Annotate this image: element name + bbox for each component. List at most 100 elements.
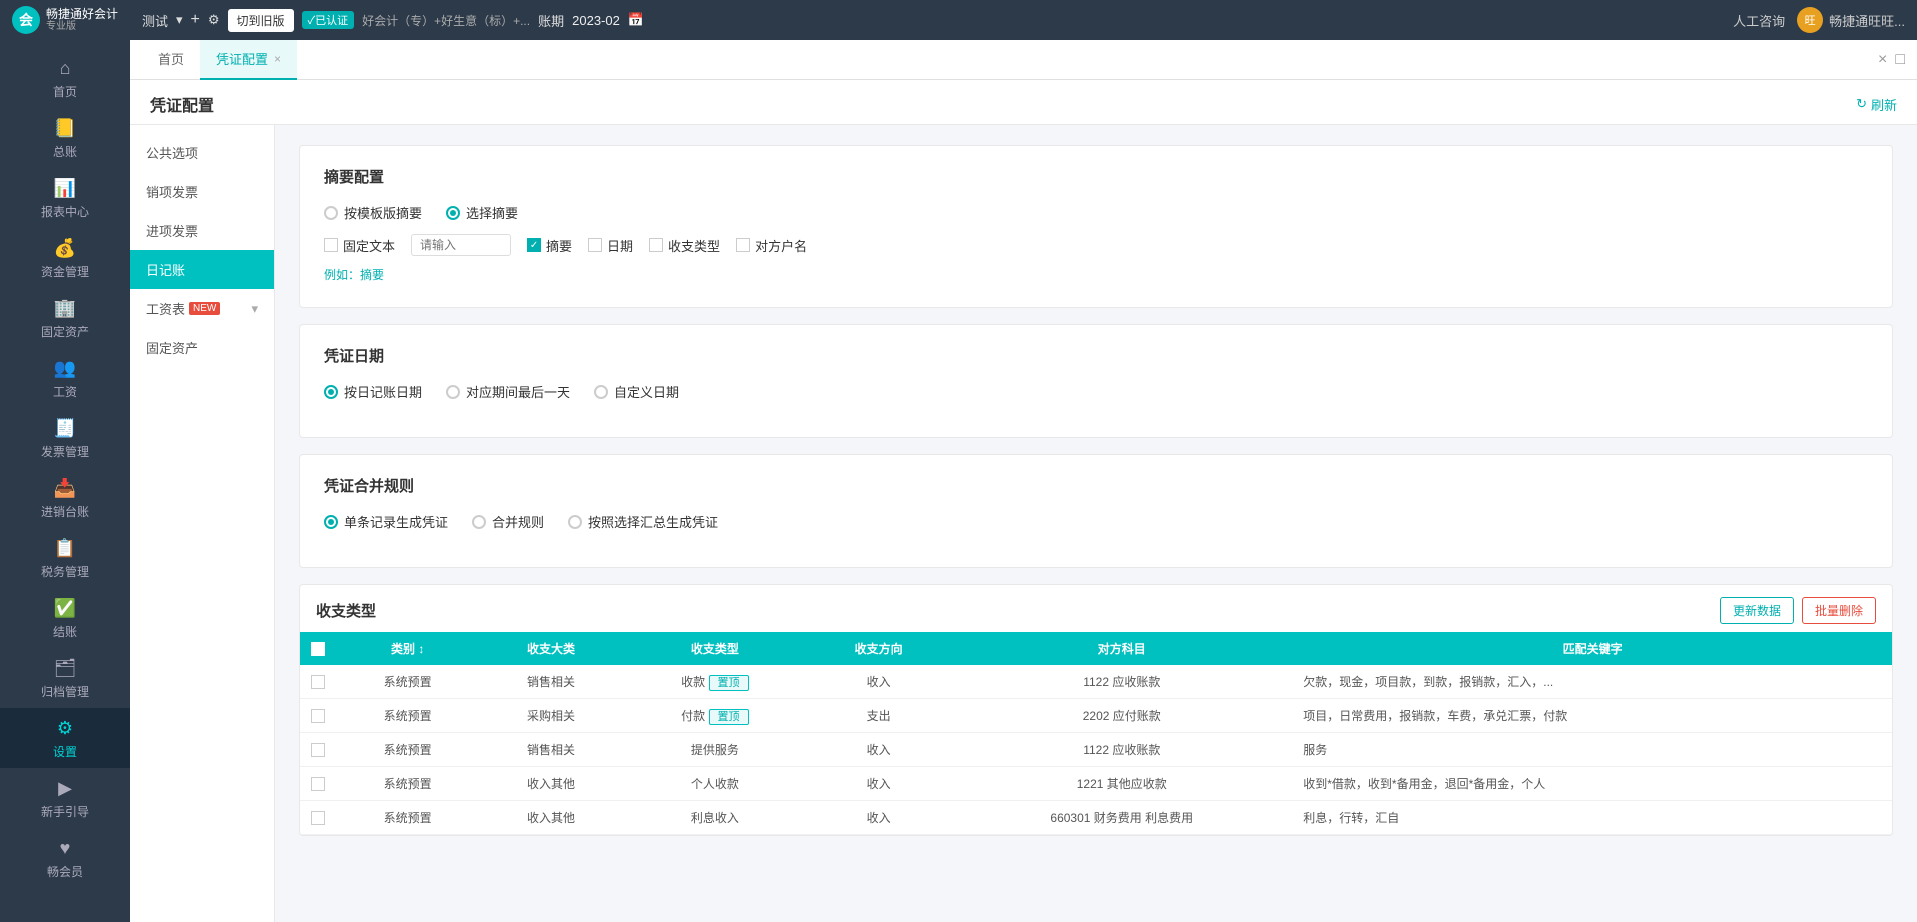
- radio-select[interactable]: 选择摘要: [446, 203, 518, 222]
- cell-category: 系统预置: [336, 767, 479, 801]
- row-checkbox-1[interactable]: [311, 709, 325, 723]
- topbar-plus[interactable]: +: [191, 11, 200, 29]
- radio-period-last-circle: [446, 385, 460, 399]
- tab-close-icon[interactable]: ×: [274, 52, 281, 66]
- sidebar-item-invoice[interactable]: 🧾 发票管理: [0, 408, 130, 468]
- row-checkbox-2[interactable]: [311, 743, 325, 757]
- top-tag[interactable]: 置顶: [709, 709, 749, 725]
- delete-btn[interactable]: 批量删除: [1802, 597, 1876, 624]
- check-fixed-text[interactable]: 固定文本: [324, 236, 395, 255]
- cell-income-type: 利息收入: [623, 801, 807, 835]
- row-checkbox-0[interactable]: [311, 675, 325, 689]
- cell-subject: 1122 应收账款: [950, 665, 1293, 699]
- col-check[interactable]: [300, 632, 336, 665]
- table-header-bar: 收支类型 更新数据 批量删除: [300, 585, 1892, 632]
- radio-single[interactable]: 单条记录生成凭证: [324, 512, 448, 531]
- table-row: 系统预置收入其他利息收入收入660301 财务费用 利息费用利息，行转，汇自: [300, 801, 1892, 835]
- nav-item-salary-table[interactable]: 工资表 NEW ▾: [130, 289, 274, 328]
- window-maximize-icon[interactable]: □: [1895, 51, 1905, 69]
- user-info[interactable]: 旺 畅捷通旺旺...: [1797, 7, 1905, 33]
- check-date[interactable]: 日期: [588, 236, 633, 255]
- sidebar-item-member[interactable]: ♥ 畅会员: [0, 828, 130, 888]
- income-type-section: 收支类型 更新数据 批量删除: [299, 584, 1893, 836]
- sidebar-item-report[interactable]: 📊 报表中心: [0, 168, 130, 228]
- cell-big-category: 收入其他: [479, 767, 622, 801]
- check-summary[interactable]: ✓ 摘要: [527, 236, 572, 255]
- radio-period-last[interactable]: 对应期间最后一天: [446, 382, 570, 401]
- radio-merge-circle: [472, 515, 486, 529]
- invoice-icon: 🧾: [54, 418, 76, 439]
- nav-item-public[interactable]: 公共选项: [130, 133, 274, 172]
- cell-big-category: 采购相关: [479, 699, 622, 733]
- col-category: 类别 ↕: [336, 632, 479, 665]
- topbar-settings-icon[interactable]: ⚙: [208, 12, 220, 28]
- cell-direction: 支出: [807, 699, 950, 733]
- col-keywords: 匹配关键字: [1293, 632, 1892, 665]
- radio-summary-gen[interactable]: 按照选择汇总生成凭证: [568, 512, 718, 531]
- sidebar-label-member: 畅会员: [47, 863, 83, 880]
- sidebar-item-settings[interactable]: ⚙ 设置: [0, 708, 130, 768]
- sidebar-label-report: 报表中心: [41, 203, 89, 220]
- page-header: 凭证配置 ↻ 刷新: [130, 80, 1917, 125]
- logo-icon: 会: [12, 6, 40, 34]
- checkbox-counterpart: [736, 238, 750, 252]
- company-name: 测试: [142, 11, 168, 30]
- window-close-icon[interactable]: ×: [1878, 51, 1887, 69]
- date-section: 凭证日期 按日记账日期 对应期间最后一天: [299, 324, 1893, 438]
- select-all-checkbox[interactable]: [311, 642, 325, 656]
- sidebar-item-archive[interactable]: 🗂 归档管理: [0, 648, 130, 708]
- nav-item-purchase-invoice[interactable]: 进项发票: [130, 211, 274, 250]
- checkbox-row: 固定文本 ✓ 摘要 日期: [324, 234, 1868, 256]
- top-tag[interactable]: 置顶: [709, 675, 749, 691]
- radio-custom-date[interactable]: 自定义日期: [594, 382, 679, 401]
- cell-category: 系统预置: [336, 733, 479, 767]
- check-income-type[interactable]: 收支类型: [649, 236, 720, 255]
- radio-journal-date[interactable]: 按日记账日期: [324, 382, 422, 401]
- member-icon: ♥: [60, 838, 71, 859]
- cell-keywords: 服务: [1293, 733, 1892, 767]
- cell-category: 系统预置: [336, 665, 479, 699]
- refresh-btn[interactable]: ↻ 刷新: [1856, 95, 1897, 114]
- topbar-right: 人工咨询 旺 畅捷通旺旺...: [1733, 7, 1905, 33]
- fund-icon: 💰: [54, 238, 76, 259]
- nav-item-sales-invoice[interactable]: 销项发票: [130, 172, 274, 211]
- sidebar-label-purchase: 进销台账: [41, 503, 89, 520]
- calendar-icon[interactable]: 📅: [628, 12, 644, 28]
- sidebar-item-fixed-asset[interactable]: 🏢 固定资产: [0, 288, 130, 348]
- sidebar-item-tax[interactable]: 📋 税务管理: [0, 528, 130, 588]
- radio-merge[interactable]: 合并规则: [472, 512, 544, 531]
- main-panel: 摘要配置 按模板版摘要 选择摘要: [275, 125, 1917, 922]
- update-btn[interactable]: 更新数据: [1720, 597, 1794, 624]
- cell-big-category: 销售相关: [479, 665, 622, 699]
- summary-title: 摘要配置: [324, 166, 1868, 187]
- nav-item-journal[interactable]: 日记账: [130, 250, 274, 289]
- radio-single-circle: [324, 515, 338, 529]
- table-row: 系统预置收入其他个人收款收入1221 其他应收款收到*借款，收到*备用金，退回*…: [300, 767, 1892, 801]
- tab-home[interactable]: 首页: [142, 40, 200, 80]
- sidebar-item-purchase[interactable]: 📥 进销台账: [0, 468, 130, 528]
- row-checkbox-4[interactable]: [311, 811, 325, 825]
- sidebar-label-archive: 归档管理: [41, 683, 89, 700]
- fixed-text-input[interactable]: [411, 234, 511, 256]
- nav-item-fixed-assets[interactable]: 固定资产: [130, 328, 274, 367]
- sidebar-label-settle: 结账: [53, 623, 77, 640]
- consult-label[interactable]: 人工咨询: [1733, 11, 1785, 30]
- tax-icon: 📋: [54, 538, 76, 559]
- cell-direction: 收入: [807, 767, 950, 801]
- sidebar-item-ledger[interactable]: 📒 总账: [0, 108, 130, 168]
- sidebar-item-home[interactable]: ⌂ 首页: [0, 48, 130, 108]
- archive-icon: 🗂: [54, 658, 77, 679]
- row-checkbox-3[interactable]: [311, 777, 325, 791]
- tab-voucher-config[interactable]: 凭证配置 ×: [200, 40, 297, 80]
- radio-template[interactable]: 按模板版摘要: [324, 203, 422, 222]
- sidebar-item-salary[interactable]: 👥 工资: [0, 348, 130, 408]
- check-counterpart[interactable]: 对方户名: [736, 236, 807, 255]
- cell-keywords: 收到*借款，收到*备用金，退回*备用金，个人: [1293, 767, 1892, 801]
- switch-version-btn[interactable]: 切到旧版: [228, 9, 294, 32]
- salary-table-arrow: ▾: [251, 301, 258, 317]
- sidebar-item-guide[interactable]: ▶ 新手引导: [0, 768, 130, 828]
- cell-big-category: 销售相关: [479, 733, 622, 767]
- sidebar-label-home: 首页: [53, 83, 77, 100]
- sidebar-item-fund[interactable]: 💰 资金管理: [0, 228, 130, 288]
- sidebar-item-settle[interactable]: ✅ 结账: [0, 588, 130, 648]
